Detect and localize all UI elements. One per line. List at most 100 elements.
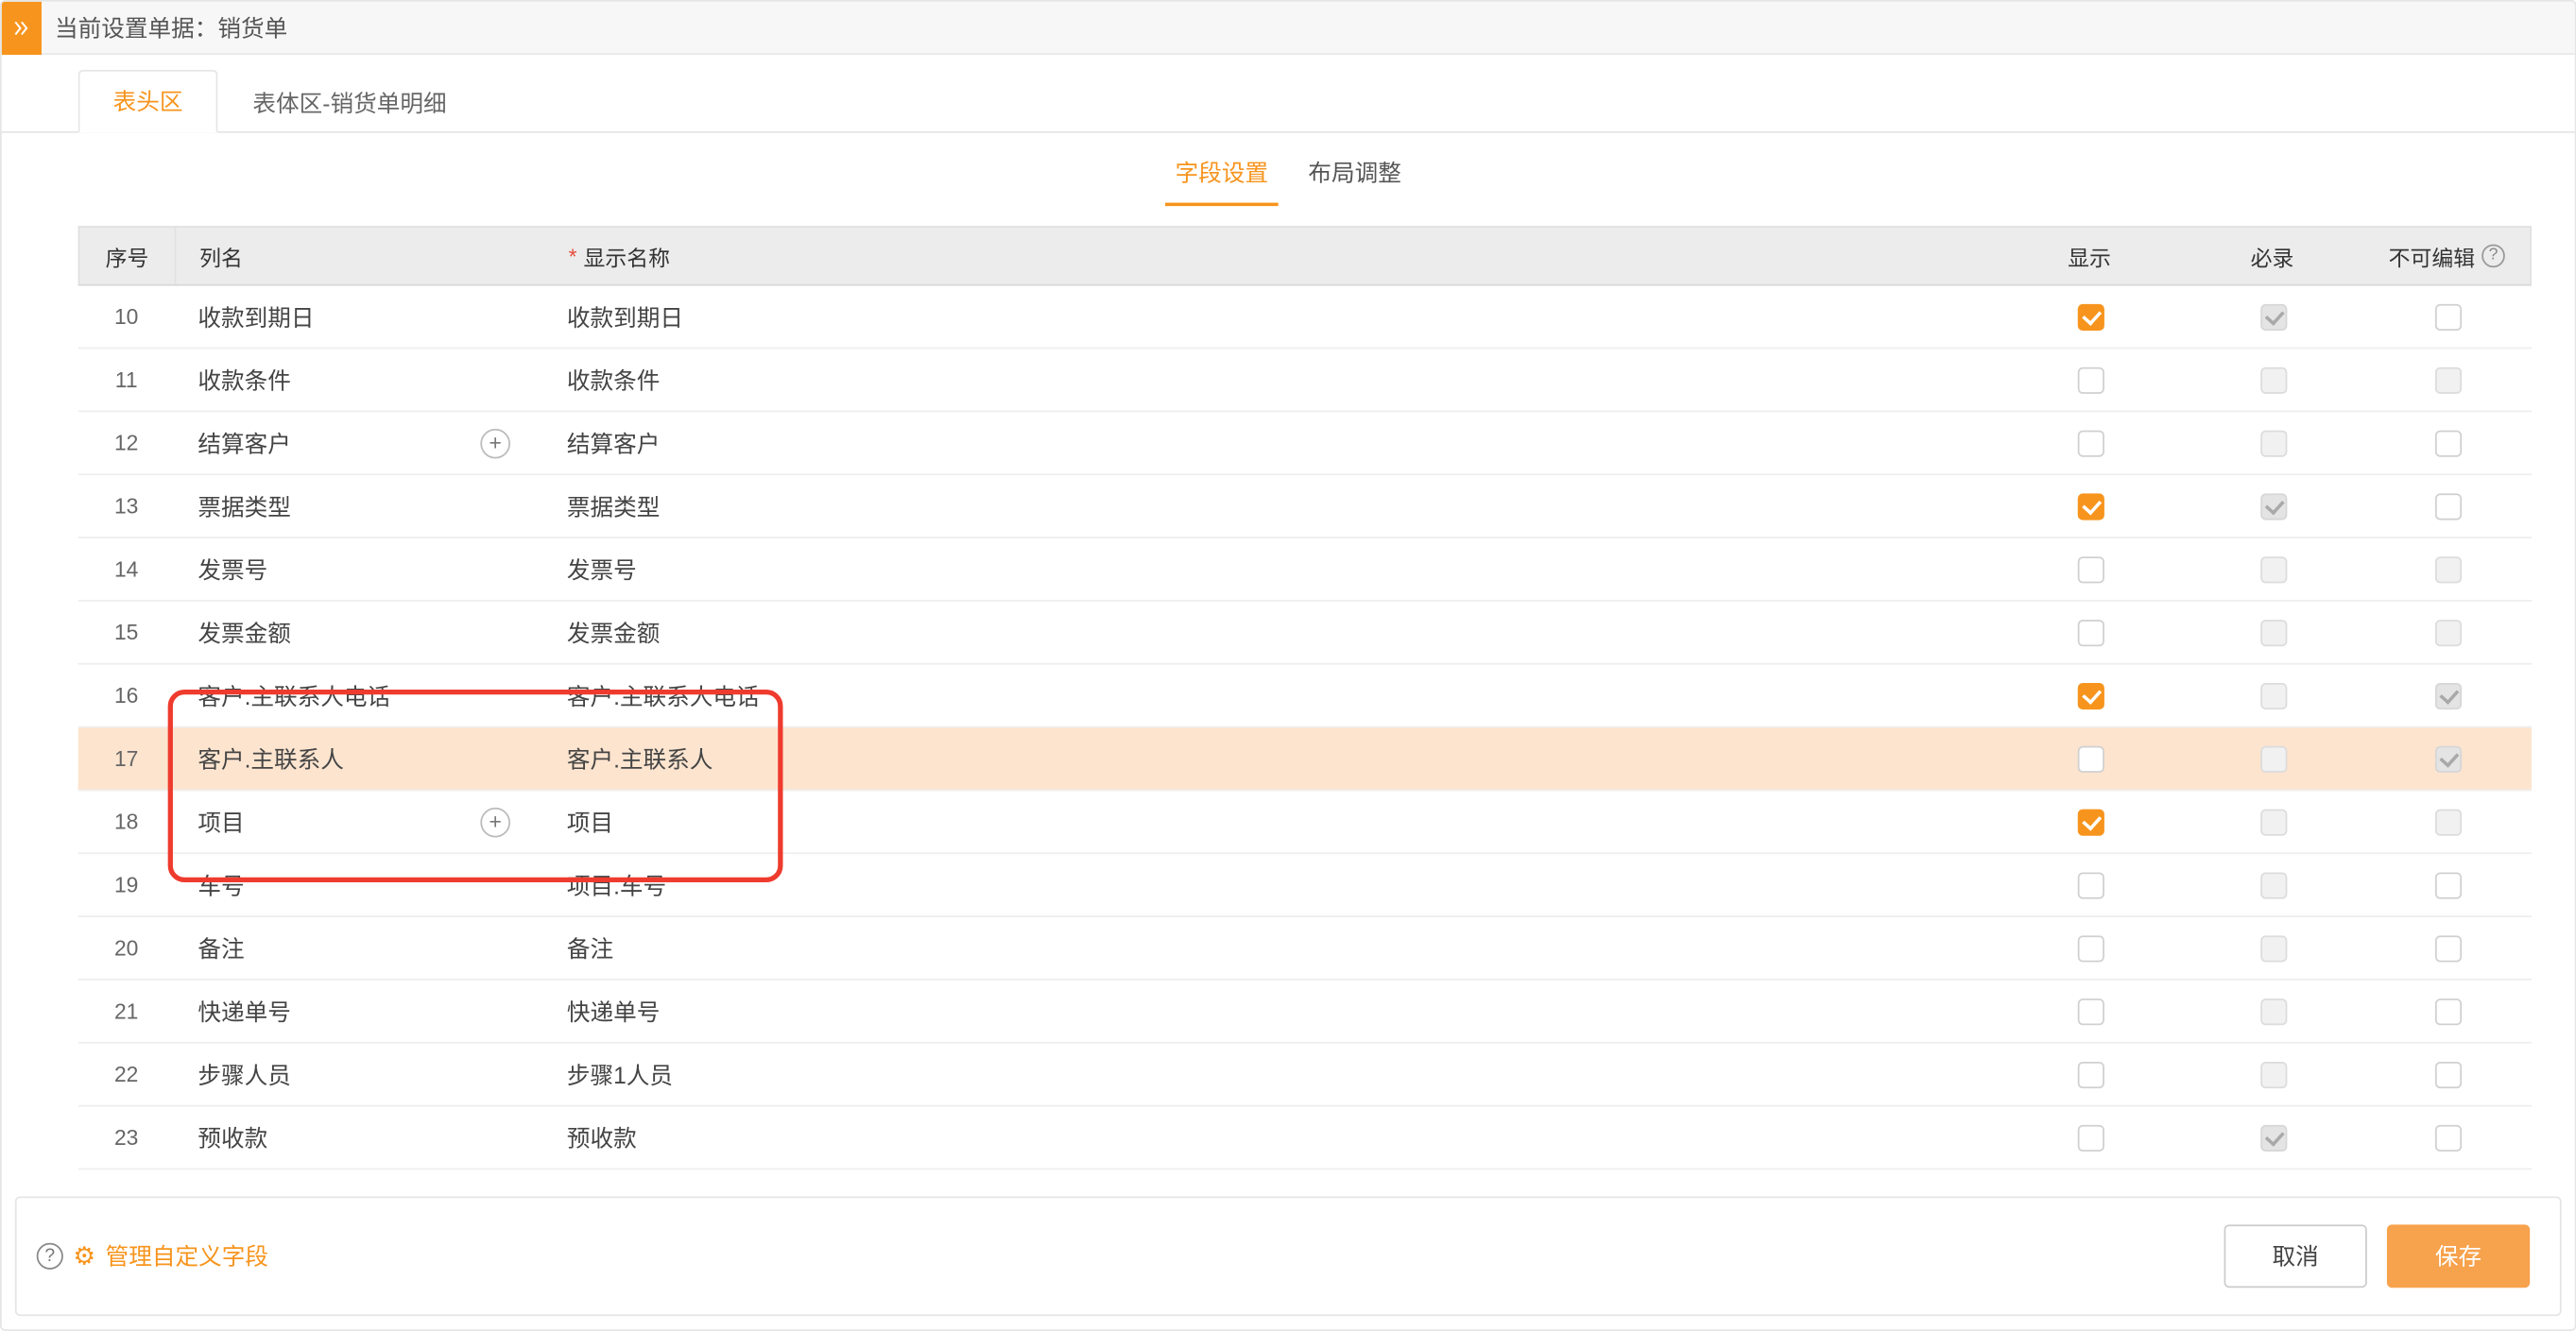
required-cell xyxy=(2183,1124,2365,1151)
row-name: 备注 xyxy=(175,931,543,964)
tab-field-settings[interactable]: 字段设置 xyxy=(1165,156,1279,206)
table-row[interactable]: 22步骤人员步骤1人员 xyxy=(78,1044,2532,1107)
row-display-name[interactable]: 发票号 xyxy=(543,553,2000,586)
noedit-cell xyxy=(2365,809,2532,835)
row-display-name[interactable]: 客户.主联系人电话 xyxy=(543,679,2000,712)
noedit-checkbox[interactable] xyxy=(2435,998,2462,1024)
required-checkbox xyxy=(2260,934,2287,961)
row-name: 预收款 xyxy=(175,1120,543,1153)
table-row[interactable]: 23预收款预收款 xyxy=(78,1106,2532,1169)
noedit-cell xyxy=(2365,1061,2532,1087)
show-checkbox[interactable] xyxy=(2078,934,2104,961)
required-cell xyxy=(2183,619,2365,645)
noedit-checkbox xyxy=(2435,555,2462,582)
col-header-seq: 序号 xyxy=(79,228,176,284)
manage-custom-fields-text: 管理自定义字段 xyxy=(106,1239,268,1272)
manage-custom-fields-link[interactable]: ? ⚙ 管理自定义字段 xyxy=(37,1239,268,1272)
required-checkbox xyxy=(2260,998,2287,1024)
row-display-name[interactable]: 项目 xyxy=(543,805,2000,838)
table-row[interactable]: 13票据类型票据类型 xyxy=(78,475,2532,538)
show-checkbox[interactable] xyxy=(2078,998,2104,1024)
show-checkbox[interactable] xyxy=(2078,1061,2104,1087)
tab-header-area[interactable]: 表头区 xyxy=(78,70,218,133)
row-name: 快递单号 xyxy=(175,995,543,1028)
noedit-checkbox[interactable] xyxy=(2435,1061,2462,1087)
help-icon[interactable]: ? xyxy=(2482,245,2505,268)
noedit-checkbox[interactable] xyxy=(2435,934,2462,961)
row-display-name[interactable]: 收款到期日 xyxy=(543,299,2000,333)
cancel-button[interactable]: 取消 xyxy=(2224,1224,2367,1288)
sidebar-toggle-button[interactable] xyxy=(2,1,42,54)
table-row[interactable]: 17客户.主联系人客户.主联系人 xyxy=(78,727,2532,791)
table-row[interactable]: 20备注备注 xyxy=(78,917,2532,981)
show-cell xyxy=(2000,682,2182,708)
show-checkbox[interactable] xyxy=(2078,872,2104,898)
tab-layout-adjust[interactable]: 布局调整 xyxy=(1298,156,1412,206)
row-display-name[interactable]: 备注 xyxy=(543,931,2000,964)
col-header-noedit: 不可编辑 ? xyxy=(2363,240,2530,271)
noedit-checkbox xyxy=(2435,682,2462,708)
noedit-checkbox[interactable] xyxy=(2435,430,2462,456)
save-button[interactable]: 保存 xyxy=(2387,1224,2530,1288)
noedit-checkbox[interactable] xyxy=(2435,872,2462,898)
row-display-name[interactable]: 票据类型 xyxy=(543,489,2000,522)
table-row[interactable]: 14发票号发票号 xyxy=(78,538,2532,602)
show-checkbox[interactable] xyxy=(2078,430,2104,456)
show-checkbox[interactable] xyxy=(2078,303,2104,330)
row-name: 票据类型 xyxy=(175,489,543,522)
row-seq: 17 xyxy=(78,727,175,789)
row-seq: 12 xyxy=(78,412,175,473)
required-checkbox xyxy=(2260,1061,2287,1087)
noedit-checkbox xyxy=(2435,619,2462,645)
show-checkbox[interactable] xyxy=(2078,555,2104,582)
noedit-checkbox[interactable] xyxy=(2435,1124,2462,1151)
row-seq: 18 xyxy=(78,791,175,852)
row-seq: 13 xyxy=(78,475,175,537)
col-header-display-text: 显示名称 xyxy=(584,240,670,271)
required-checkbox xyxy=(2260,493,2287,520)
add-child-button[interactable]: + xyxy=(480,428,510,458)
table-row[interactable]: 11收款条件收款条件 xyxy=(78,349,2532,412)
row-display-name[interactable]: 客户.主联系人 xyxy=(543,742,2000,775)
table-header: 序号 列名 * 显示名称 显示 必录 不可编辑 ? xyxy=(78,226,2532,285)
row-display-name[interactable]: 结算客户 xyxy=(543,426,2000,459)
table-row[interactable]: 21快递单号快递单号 xyxy=(78,981,2532,1044)
required-cell xyxy=(2183,872,2365,898)
row-display-name[interactable]: 项目.车号 xyxy=(543,868,2000,901)
table-row[interactable]: 15发票金额发票金额 xyxy=(78,602,2532,665)
noedit-checkbox xyxy=(2435,367,2462,393)
show-checkbox[interactable] xyxy=(2078,493,2104,520)
show-cell xyxy=(2000,367,2182,393)
row-display-name[interactable]: 收款条件 xyxy=(543,363,2000,396)
table-row[interactable]: 18项目+项目 xyxy=(78,791,2532,854)
table-row[interactable]: 19车号项目.车号 xyxy=(78,854,2532,917)
row-name: 客户.主联系人 xyxy=(175,742,543,775)
required-checkbox xyxy=(2260,809,2287,835)
row-display-name[interactable]: 快递单号 xyxy=(543,995,2000,1028)
chevron-double-right-icon xyxy=(11,17,31,37)
show-checkbox[interactable] xyxy=(2078,619,2104,645)
show-checkbox[interactable] xyxy=(2078,367,2104,393)
row-display-name[interactable]: 预收款 xyxy=(543,1120,2000,1153)
row-seq: 16 xyxy=(78,665,175,726)
row-seq: 22 xyxy=(78,1044,175,1105)
table-row[interactable]: 16客户.主联系人电话客户.主联系人电话 xyxy=(78,665,2532,728)
row-display-name[interactable]: 步骤1人员 xyxy=(543,1058,2000,1091)
col-header-name: 列名 xyxy=(176,240,544,271)
row-display-name[interactable]: 发票金额 xyxy=(543,616,2000,649)
noedit-checkbox[interactable] xyxy=(2435,493,2462,520)
show-cell xyxy=(2000,1124,2182,1151)
noedit-cell xyxy=(2365,1124,2532,1151)
show-checkbox[interactable] xyxy=(2078,1124,2104,1151)
table-row[interactable]: 10收款到期日收款到期日 xyxy=(78,286,2532,350)
tab-body-area[interactable]: 表体区-销货单明细 xyxy=(217,72,481,133)
page-title: 当前设置单据：销货单 xyxy=(42,10,287,43)
add-child-button[interactable]: + xyxy=(480,807,510,837)
table-row[interactable]: 12结算客户+结算客户 xyxy=(78,412,2532,475)
show-checkbox[interactable] xyxy=(2078,682,2104,708)
row-name: 步骤人员 xyxy=(175,1058,543,1091)
show-checkbox[interactable] xyxy=(2078,745,2104,772)
secondary-tabs: 字段设置 布局调整 xyxy=(2,133,2575,206)
noedit-checkbox[interactable] xyxy=(2435,303,2462,330)
show-checkbox[interactable] xyxy=(2078,809,2104,835)
